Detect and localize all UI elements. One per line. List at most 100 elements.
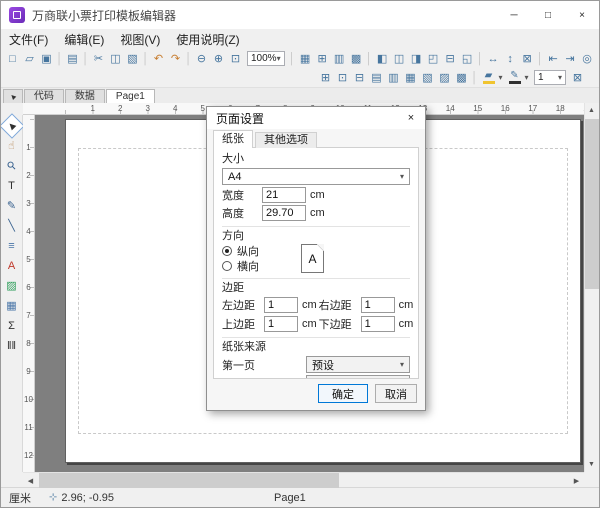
- paper-size-select[interactable]: A4 ▾: [222, 168, 410, 185]
- minimize-button[interactable]: ─: [497, 1, 531, 29]
- fill-color-dropdown-icon[interactable]: ▾: [496, 73, 505, 82]
- align-left-icon[interactable]: ◧: [374, 51, 391, 67]
- current-page-label: Page1: [274, 492, 306, 504]
- snap-grid-icon[interactable]: ⊞: [314, 51, 331, 67]
- align-top-icon[interactable]: ◰: [425, 51, 442, 67]
- margin-input[interactable]: [264, 316, 298, 332]
- maximize-button[interactable]: □: [531, 1, 565, 29]
- border-outer-icon[interactable]: ⊡: [334, 70, 351, 86]
- document-tab[interactable]: 代码: [24, 89, 64, 103]
- menu-item[interactable]: 编辑(E): [56, 31, 112, 48]
- new-icon[interactable]: □: [4, 51, 21, 67]
- horizontal-scrollbar[interactable]: ◀ ▶: [23, 472, 584, 487]
- scroll-up-icon[interactable]: ▲: [584, 103, 599, 118]
- menu-item[interactable]: 使用说明(Z): [168, 31, 247, 48]
- table-tool-icon[interactable]: ▦: [3, 297, 21, 315]
- scroll-down-icon[interactable]: ▼: [584, 457, 599, 472]
- zoom-tool-icon[interactable]: ⚲: [0, 153, 24, 178]
- border-all-icon[interactable]: ⊞: [317, 70, 334, 86]
- formula-tool-icon[interactable]: Σ: [3, 317, 21, 335]
- close-button[interactable]: ×: [565, 1, 599, 29]
- orientation-paper-icon: A: [301, 244, 324, 273]
- label-tool-icon[interactable]: A: [3, 257, 21, 275]
- margin-label: 下边距: [319, 316, 361, 332]
- menu-item[interactable]: 文件(F): [1, 31, 56, 48]
- show-guides-icon[interactable]: ▥: [331, 51, 348, 67]
- pen-tool-icon[interactable]: ✎: [3, 197, 21, 215]
- paragraph-tool-icon[interactable]: ≡: [3, 237, 21, 255]
- pointer-tab[interactable]: ▲: [3, 89, 23, 103]
- space-horizontal-icon[interactable]: ⇤: [545, 51, 562, 67]
- margin-field: 下边距 cm: [319, 316, 414, 332]
- align-right-icon[interactable]: ◨: [408, 51, 425, 67]
- border-vertical-icon[interactable]: ▥: [385, 70, 402, 86]
- ruler-number: 1: [79, 103, 107, 114]
- border-inner-icon[interactable]: ⊟: [351, 70, 368, 86]
- barcode-tool-icon[interactable]: ‖‖: [3, 337, 21, 355]
- height-input[interactable]: [262, 205, 306, 221]
- zoom-out-icon[interactable]: ⊖: [193, 51, 210, 67]
- border-diagonal-icon[interactable]: ▧: [419, 70, 436, 86]
- align-middle-icon[interactable]: ⊟: [442, 51, 459, 67]
- scroll-left-icon[interactable]: ◀: [23, 473, 38, 488]
- vertical-scrollbar[interactable]: ▲ ▼: [584, 103, 599, 472]
- vertical-scroll-thumb[interactable]: [585, 119, 600, 289]
- paper-source-select[interactable]: 预设 ▾: [306, 356, 410, 373]
- zoom-in-icon[interactable]: ⊕: [210, 51, 227, 67]
- center-vertical-icon[interactable]: ◉: [596, 51, 600, 67]
- margin-input[interactable]: [361, 316, 395, 332]
- cancel-button[interactable]: 取消: [375, 384, 417, 403]
- grid-icon[interactable]: ▦: [297, 51, 314, 67]
- border-diagonal-up-icon[interactable]: ▨: [436, 70, 453, 86]
- portrait-radio[interactable]: 纵向: [222, 244, 259, 257]
- scroll-right-icon[interactable]: ▶: [569, 473, 584, 488]
- print-icon[interactable]: ▤: [64, 51, 81, 67]
- border-horizontal-icon[interactable]: ▤: [368, 70, 385, 86]
- margin-input[interactable]: [264, 297, 298, 313]
- dialog-close-button[interactable]: ×: [397, 107, 425, 129]
- image-tool-icon[interactable]: ▨: [3, 277, 21, 295]
- save-icon[interactable]: ▣: [38, 51, 55, 67]
- paste-icon[interactable]: ▧: [124, 51, 141, 67]
- border-none-icon[interactable]: ▩: [453, 70, 470, 86]
- horizontal-scroll-thumb[interactable]: [39, 473, 339, 488]
- undo-icon[interactable]: ↶: [150, 51, 167, 67]
- menu-item[interactable]: 视图(V): [112, 31, 168, 48]
- center-horizontal-icon[interactable]: ◎: [579, 51, 596, 67]
- line-color-dropdown-icon[interactable]: ▾: [522, 73, 531, 82]
- dialog-tab[interactable]: 纸张: [213, 130, 253, 148]
- line-tool-icon[interactable]: ╲: [3, 217, 21, 235]
- same-size-icon[interactable]: ⊠: [519, 51, 536, 67]
- title-bar: 万商联小票打印模板编辑器 ─ □ ×: [1, 1, 599, 29]
- document-tab[interactable]: 数据: [65, 89, 105, 103]
- open-icon[interactable]: ▱: [21, 51, 38, 67]
- zoom-area-icon[interactable]: ⊡: [227, 51, 244, 67]
- redo-icon[interactable]: ↷: [167, 51, 184, 67]
- zoom-level-combo[interactable]: 100% ▾: [247, 51, 285, 66]
- clear-format-icon[interactable]: ⊠: [569, 70, 586, 86]
- fill-color-swatch: [483, 81, 495, 84]
- space-vertical-icon[interactable]: ⇥: [562, 51, 579, 67]
- text-tool-icon[interactable]: T: [3, 177, 21, 195]
- align-center-icon[interactable]: ◫: [391, 51, 408, 67]
- select-tool-icon[interactable]: ▲: [0, 113, 24, 138]
- ruler-number: 18: [547, 103, 575, 114]
- dialog-tab[interactable]: 其他选项: [255, 132, 317, 148]
- landscape-radio[interactable]: 横向: [222, 259, 259, 272]
- margin-input[interactable]: [361, 297, 395, 313]
- border-grid-icon[interactable]: ▦: [402, 70, 419, 86]
- cut-icon[interactable]: ✂: [90, 51, 107, 67]
- snap-objects-icon[interactable]: ▩: [348, 51, 365, 67]
- fill-color-button[interactable]: ▰: [481, 71, 496, 84]
- line-width-combo[interactable]: 1 ▾: [534, 70, 566, 85]
- ruler-number: 3: [134, 103, 162, 114]
- same-width-icon[interactable]: ↔: [485, 51, 502, 67]
- width-input[interactable]: [262, 187, 306, 203]
- line-color-button[interactable]: ✎: [507, 71, 522, 84]
- document-tab[interactable]: Page1: [106, 89, 155, 103]
- same-height-icon[interactable]: ↕: [502, 51, 519, 67]
- copy-icon[interactable]: ◫: [107, 51, 124, 67]
- ok-button[interactable]: 确定: [318, 384, 368, 403]
- align-bottom-icon[interactable]: ◱: [459, 51, 476, 67]
- margin-label: 上边距: [222, 316, 264, 332]
